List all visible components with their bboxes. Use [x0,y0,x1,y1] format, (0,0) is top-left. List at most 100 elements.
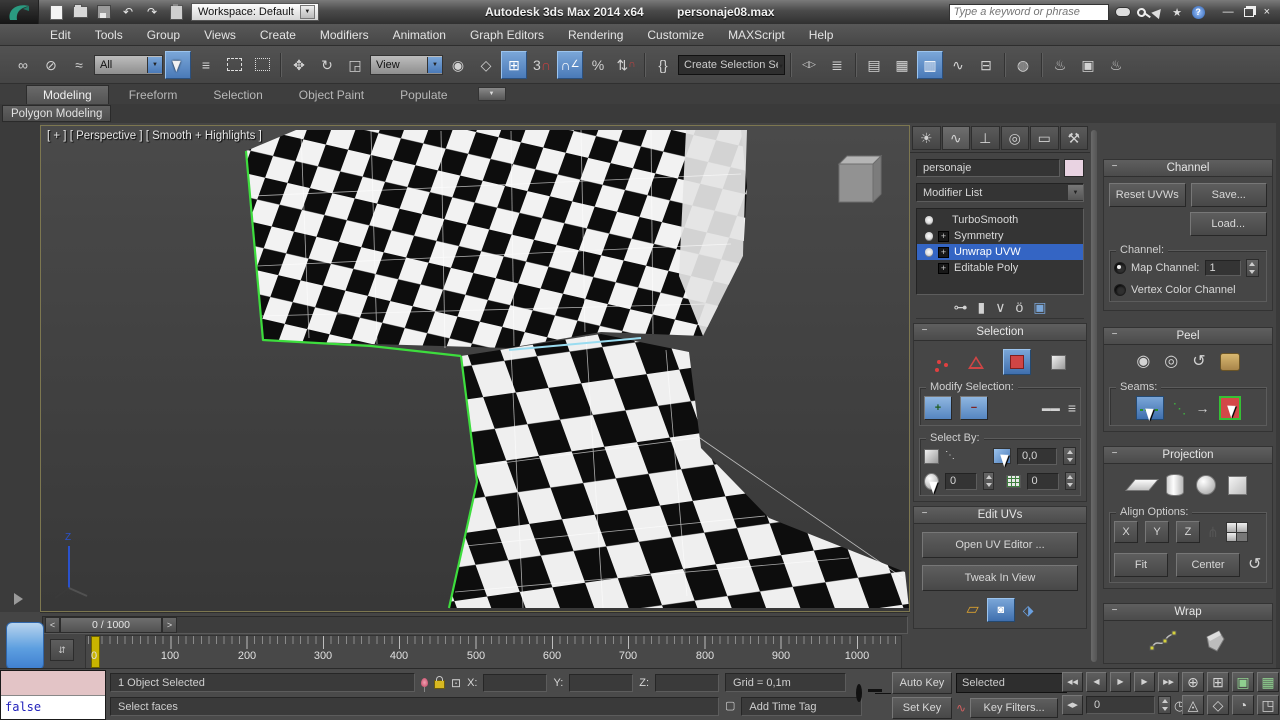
graphite-ribbon-toggle-button[interactable]: ▦ [889,51,915,79]
named-selection-sets-dropdown[interactable]: Create Selection Se [678,54,785,75]
peel-mode-icon[interactable]: ◎ [1164,354,1178,370]
favorites-star-icon[interactable]: ★ [1170,6,1185,19]
ribbon-tab-freeform[interactable]: Freeform [113,86,194,104]
shrink-selection-button[interactable]: − [960,396,988,420]
workspace-dropdown[interactable]: Workspace: Default [191,3,319,21]
zoom-all-button[interactable]: ⊞ [1207,672,1229,692]
center-button[interactable]: Center [1176,553,1240,577]
minimize-button[interactable]: — [1223,6,1234,18]
pin-stack-button[interactable]: ⊶ [954,300,968,314]
angle-snap-button[interactable]: ∩ ∠ [557,50,583,79]
time-slider-handle[interactable]: 0 / 1000 [60,617,162,633]
schematic-view-button[interactable]: ⊟ [973,51,999,79]
z-coordinate-field[interactable] [655,673,720,692]
lock-icon[interactable] [434,676,445,689]
orbit-button[interactable]: ◔ [1232,695,1254,715]
reset-projection-icon[interactable]: ↺ [1248,557,1261,573]
edge-to-seam-icon[interactable]: → [1196,401,1210,415]
visibility-bulb-icon[interactable] [925,232,933,240]
curve-editor-button[interactable]: ∿ [945,51,971,79]
ribbon-tab-selection[interactable]: Selection [197,86,278,104]
select-by-half-icon[interactable] [924,448,939,464]
panel-scrollbar[interactable] [1091,130,1097,662]
auto-key-button[interactable]: Auto Key [892,672,952,694]
object-color-swatch[interactable] [1064,159,1084,177]
uv-transform-icon[interactable]: ▱ [966,602,978,618]
absolute-offset-toggle-icon[interactable]: ⊡ [451,677,461,689]
reference-coordinate-dropdown[interactable]: View [370,54,443,75]
field-of-view-button[interactable]: ◬ [1182,695,1204,715]
mirror-button[interactable]: ◁▷ [796,51,822,79]
channel-rollout-header[interactable]: Channel [1104,160,1272,177]
rectangular-selection-region-button[interactable] [221,51,247,79]
configure-modifier-sets-button[interactable]: ▣ [1033,300,1046,314]
vertex-color-radio[interactable] [1114,284,1126,296]
current-frame-field[interactable] [1086,696,1155,714]
make-unique-button[interactable]: ∨ [995,300,1005,314]
set-key-button[interactable]: Set Key [892,697,952,719]
menu-tools[interactable]: Tools [95,28,123,42]
menu-group[interactable]: Group [147,28,180,42]
uv-preview-button[interactable]: ◙ [986,598,1015,622]
tweak-in-view-button[interactable]: Tweak In View [922,565,1078,591]
edit-named-selection-sets-button[interactable]: {} [650,51,676,79]
cylindrical-map-icon[interactable] [1165,474,1184,496]
point-to-point-seam-icon[interactable]: ⋱ [1173,401,1187,415]
track-bar[interactable]: 0 100 200 300 400 500 600 700 800 900 10… [85,635,902,669]
zoom-extents-all-button[interactable]: ▦ [1257,672,1279,692]
visibility-bulb-icon[interactable] [925,248,933,256]
map-channel-spinner[interactable] [1245,259,1259,277]
viewport-label[interactable]: [ + ] [ Perspective ] [ Smooth + Highlig… [47,130,262,142]
spherical-map-icon[interactable] [1195,475,1216,495]
perspective-viewport[interactable]: Z [ + ] [ Perspective ] [ Smooth + Highl… [40,125,910,612]
time-slider-track[interactable]: < 0 / 1000 > [42,616,908,634]
edit-uvs-rollout-header[interactable]: Edit UVs [914,507,1086,524]
next-frame-button[interactable]: ▶ [1134,672,1155,692]
stack-row-editable-poly[interactable]: Editable Poly [917,260,1083,276]
communication-icon[interactable] [1150,5,1165,19]
snaps-toggle-button[interactable]: 3 ∩ [529,51,555,79]
selection-rollout-header[interactable]: Selection [914,324,1086,341]
tab-modify[interactable]: ∿ [941,126,970,150]
tab-utilities[interactable]: ⚒ [1059,126,1088,150]
menu-customize[interactable]: Customize [647,28,704,42]
open-file-icon[interactable] [71,4,89,20]
menu-create[interactable]: Create [260,28,296,42]
ribbon-minimize-button[interactable] [477,87,506,101]
open-mini-curve-editor-button[interactable]: ⇵ [50,639,74,661]
texture-spinner[interactable] [1064,472,1077,490]
select-and-rotate-button[interactable]: ↻ [314,51,340,79]
grow-selection-button[interactable]: + [924,396,952,420]
key-filter-selected-dropdown[interactable]: Selected [956,673,1067,693]
visibility-bulb-icon[interactable] [925,216,933,224]
ribbon-tab-object-paint[interactable]: Object Paint [283,86,380,104]
open-uv-editor-button[interactable]: Open UV Editor ... [922,532,1078,558]
stack-row-unwrap-uvw[interactable]: Unwrap UVW [917,244,1083,260]
window-crossing-button[interactable] [249,51,275,79]
select-by-texture-icon[interactable] [1006,474,1021,488]
y-coordinate-field[interactable] [569,673,634,692]
align-x-button[interactable]: X [1114,521,1138,543]
remove-modifier-button[interactable]: ö [1015,300,1023,314]
map-channel-radio[interactable] [1114,262,1126,274]
help-icon[interactable]: ? [1191,5,1205,19]
previous-frame-arrow[interactable]: < [45,617,60,633]
element-subobject-button[interactable] [1046,350,1072,374]
use-pivot-center-button[interactable]: ◉ [445,51,471,79]
fit-button[interactable]: Fit [1114,553,1168,577]
select-and-scale-button[interactable]: ◲ [342,51,368,79]
angle-spinner[interactable] [1063,447,1076,465]
select-by-angle-icon[interactable] [993,448,1012,467]
expand-plus-icon[interactable] [938,230,949,242]
undo-button[interactable]: ↶ [119,4,137,20]
box-map-icon[interactable] [1227,475,1247,495]
edge-subobject-button[interactable] [965,352,987,372]
select-by-smoothing-icon[interactable] [924,472,941,494]
texture-id-field[interactable]: 0 [1026,472,1059,490]
save-uvws-button[interactable]: Save... [1190,183,1267,207]
select-by-dots-icon[interactable]: ⋱ [945,451,955,461]
show-end-result-button[interactable]: ▮ [978,300,986,314]
go-to-end-button[interactable]: ▶▶ [1158,672,1179,692]
polygon-subobject-button[interactable] [1002,349,1031,375]
render-setup-button[interactable]: ♨ [1047,51,1073,79]
